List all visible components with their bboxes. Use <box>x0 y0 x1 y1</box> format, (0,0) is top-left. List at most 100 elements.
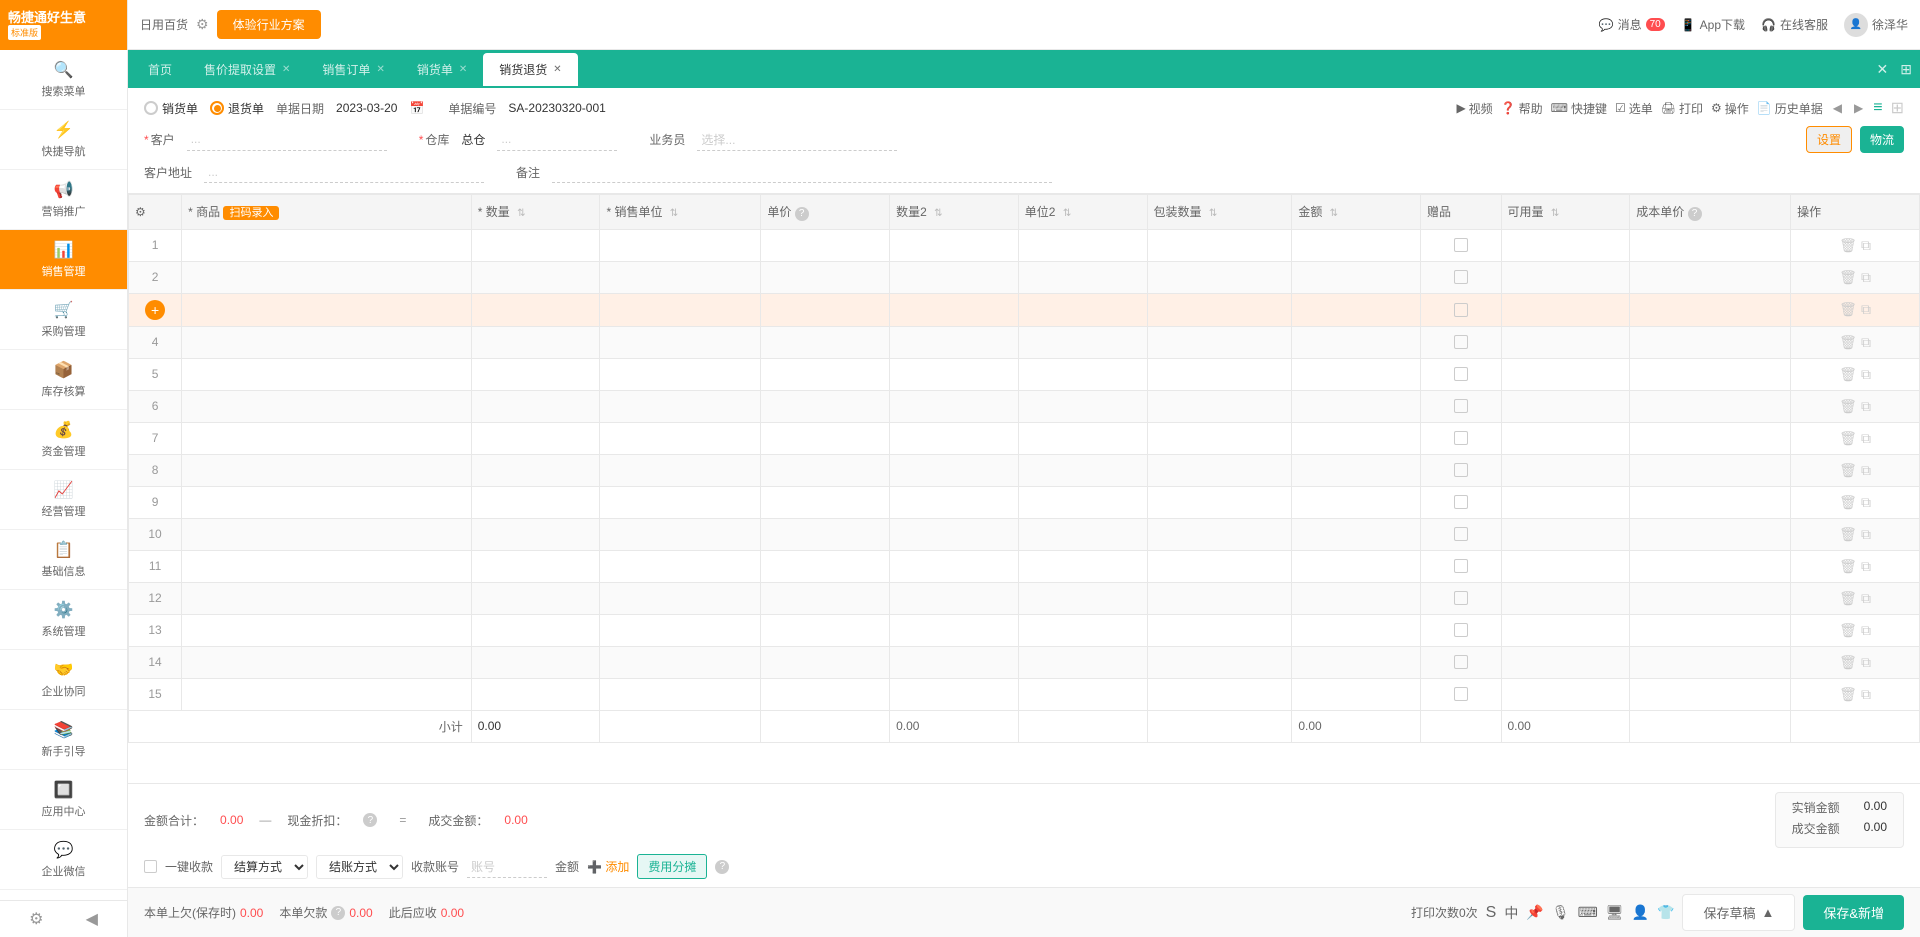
gift-checkbox-6[interactable] <box>1454 399 1468 413</box>
calc-method-select[interactable]: 结算方式 <box>221 855 308 879</box>
row-cost-15[interactable] <box>1630 678 1791 710</box>
gift-checkbox-4[interactable] <box>1454 335 1468 349</box>
row-available-10[interactable] <box>1501 518 1630 550</box>
row-qty-12[interactable] <box>471 582 600 614</box>
unit2-sort-icon[interactable]: ⇅ <box>1063 208 1071 219</box>
delete-row-4[interactable]: 🗑 <box>1839 334 1857 351</box>
row-gift-1[interactable] <box>1421 229 1501 261</box>
delete-row-1[interactable]: 🗑 <box>1839 237 1857 254</box>
row-available-14[interactable] <box>1501 646 1630 678</box>
row-unit2-15[interactable] <box>1018 678 1147 710</box>
copy-row-12[interactable]: ⧉ <box>1861 590 1871 607</box>
price-help-icon[interactable]: ? <box>795 207 809 221</box>
row-amount-11[interactable] <box>1292 550 1421 582</box>
add-payment-btn[interactable]: ➕ 添加 <box>587 858 629 875</box>
row-unit-10[interactable] <box>600 518 761 550</box>
logistics-btn[interactable]: 物流 <box>1860 126 1904 153</box>
row-qty-3[interactable] <box>471 293 600 326</box>
delete-row-5[interactable]: 🗑 <box>1839 366 1857 383</box>
print-btn[interactable]: 🖨 打印 <box>1661 100 1703 117</box>
row-qty2-9[interactable] <box>890 486 1019 518</box>
row-pkg-2[interactable] <box>1147 261 1292 293</box>
row-qty2-13[interactable] <box>890 614 1019 646</box>
copy-row-9[interactable]: ⧉ <box>1861 494 1871 511</box>
row-unit-6[interactable] <box>600 390 761 422</box>
row-unit2-11[interactable] <box>1018 550 1147 582</box>
gift-checkbox-7[interactable] <box>1454 431 1468 445</box>
delete-row-7[interactable]: 🗑 <box>1839 430 1857 447</box>
row-qty2-5[interactable] <box>890 358 1019 390</box>
row-available-6[interactable] <box>1501 390 1630 422</box>
row-gift-10[interactable] <box>1421 518 1501 550</box>
row-unit2-14[interactable] <box>1018 646 1147 678</box>
row-gift-5[interactable] <box>1421 358 1501 390</box>
row-goods-4[interactable] <box>182 326 472 358</box>
delete-row-3[interactable]: 🗑 <box>1839 301 1857 318</box>
row-gift-3[interactable] <box>1421 293 1501 326</box>
row-qty2-10[interactable] <box>890 518 1019 550</box>
row-price-2[interactable] <box>761 261 890 293</box>
row-amount-9[interactable] <box>1292 486 1421 518</box>
row-unit-1[interactable] <box>600 229 761 261</box>
address-input[interactable]: ... <box>204 161 484 183</box>
copy-row-4[interactable]: ⧉ <box>1861 334 1871 351</box>
gift-checkbox-11[interactable] <box>1454 559 1468 573</box>
row-unit-4[interactable] <box>600 326 761 358</box>
row-cost-4[interactable] <box>1630 326 1791 358</box>
row-available-4[interactable] <box>1501 326 1630 358</box>
row-qty2-11[interactable] <box>890 550 1019 582</box>
salesperson-input[interactable]: 选择... <box>697 129 897 151</box>
row-unit-2[interactable] <box>600 261 761 293</box>
row-pkg-10[interactable] <box>1147 518 1292 550</box>
row-cost-7[interactable] <box>1630 422 1791 454</box>
row-qty2-12[interactable] <box>890 582 1019 614</box>
gift-checkbox-8[interactable] <box>1454 463 1468 477</box>
row-cost-12[interactable] <box>1630 582 1791 614</box>
select-btn[interactable]: ☑ 选单 <box>1615 100 1653 117</box>
row-pkg-3[interactable] <box>1147 293 1292 326</box>
settings-btn[interactable]: 设置 <box>1806 126 1852 153</box>
row-available-13[interactable] <box>1501 614 1630 646</box>
row-available-9[interactable] <box>1501 486 1630 518</box>
row-qty-13[interactable] <box>471 614 600 646</box>
remark-input[interactable] <box>552 161 1052 183</box>
row-pkg-9[interactable] <box>1147 486 1292 518</box>
row-unit2-8[interactable] <box>1018 454 1147 486</box>
row-unit2-12[interactable] <box>1018 582 1147 614</box>
row-pkg-1[interactable] <box>1147 229 1292 261</box>
row-gift-12[interactable] <box>1421 582 1501 614</box>
row-cost-10[interactable] <box>1630 518 1791 550</box>
row-unit-14[interactable] <box>600 646 761 678</box>
row-gift-4[interactable] <box>1421 326 1501 358</box>
one-click-payment-checkbox[interactable] <box>144 860 157 873</box>
row-gift-11[interactable] <box>1421 550 1501 582</box>
expense-split-btn[interactable]: 费用分摊 <box>637 854 707 879</box>
nav-next-btn[interactable]: ▶ <box>1852 99 1865 117</box>
row-available-2[interactable] <box>1501 261 1630 293</box>
row-unit-11[interactable] <box>600 550 761 582</box>
radio-return[interactable]: 退货单 <box>210 100 264 117</box>
nav-prev-btn[interactable]: ◀ <box>1831 99 1844 117</box>
row-goods-15[interactable] <box>182 678 472 710</box>
pkg-sort-icon[interactable]: ⇅ <box>1209 208 1217 219</box>
tab-sales-return-close[interactable]: ✕ <box>553 64 561 75</box>
copy-row-15[interactable]: ⧉ <box>1861 686 1871 703</box>
sidebar-settings-icon[interactable]: ⚙ <box>29 909 43 929</box>
grid-view-btn[interactable]: ≡ <box>1873 99 1882 117</box>
row-qty-14[interactable] <box>471 646 600 678</box>
account-input[interactable]: 账号 <box>467 856 547 878</box>
row-cost-8[interactable] <box>1630 454 1791 486</box>
row-goods-8[interactable] <box>182 454 472 486</box>
topbar-gear-icon[interactable]: ⚙ <box>196 16 209 33</box>
row-goods-7[interactable] <box>182 422 472 454</box>
sidebar-item-member[interactable]: 👥 畅会员 <box>0 890 127 900</box>
row-qty2-1[interactable] <box>890 229 1019 261</box>
tab-sales-order-close[interactable]: ✕ <box>376 64 384 75</box>
copy-row-11[interactable]: ⧉ <box>1861 558 1871 575</box>
row-amount-5[interactable] <box>1292 358 1421 390</box>
row-goods-11[interactable] <box>182 550 472 582</box>
row-unit-13[interactable] <box>600 614 761 646</box>
copy-row-13[interactable]: ⧉ <box>1861 622 1871 639</box>
discount-help-icon[interactable]: ? <box>363 813 377 827</box>
customer-input[interactable]: ... <box>187 129 387 151</box>
